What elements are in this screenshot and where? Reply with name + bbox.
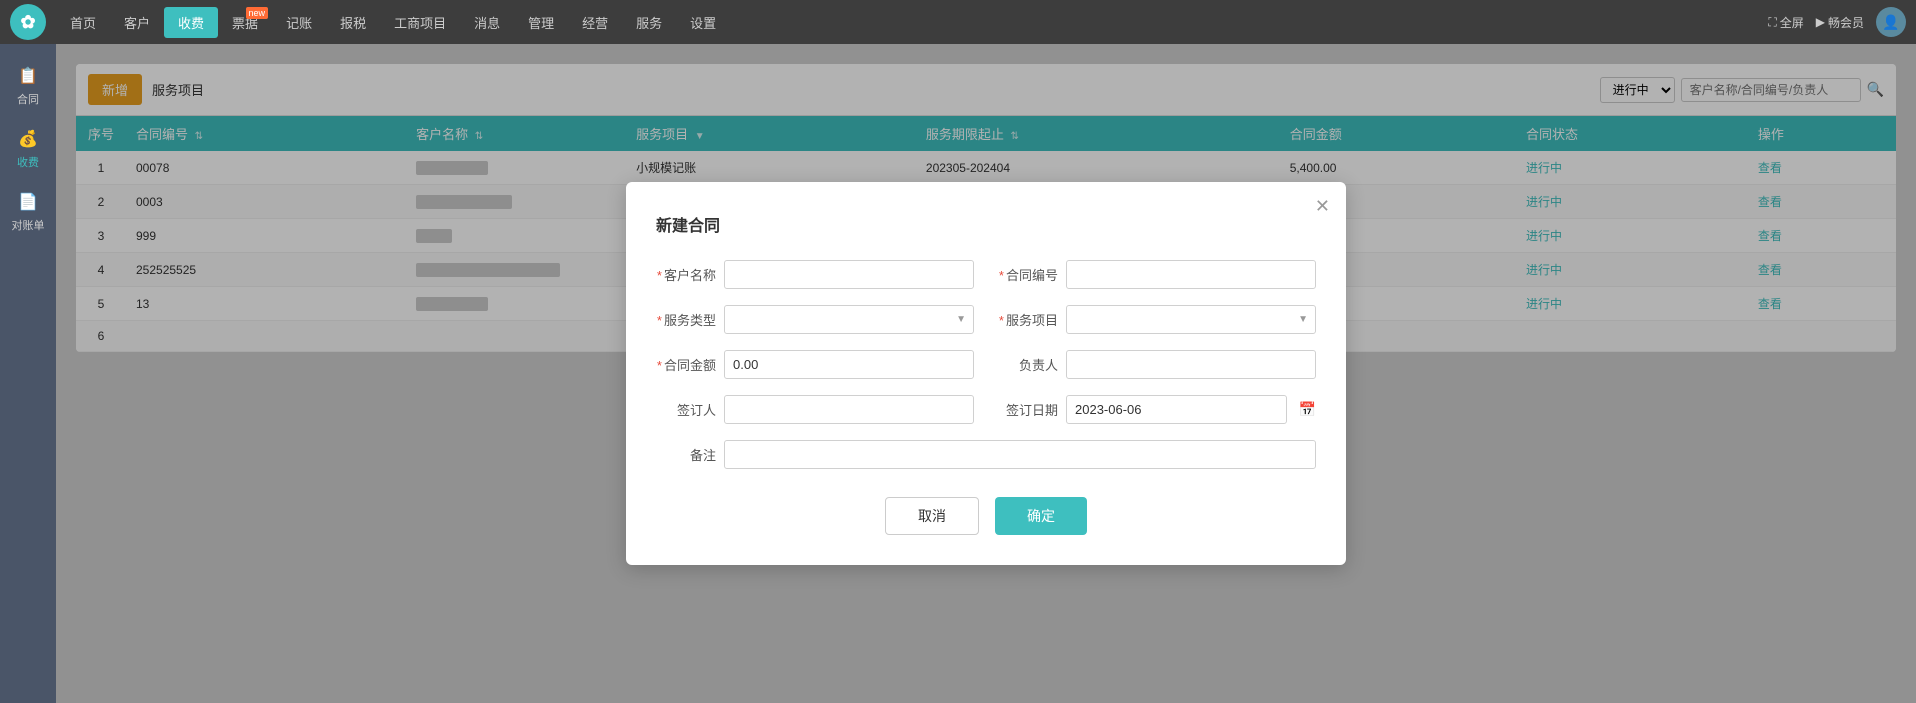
fee-icon: 💰 — [16, 127, 40, 151]
service-item-row: 服务项目 ▼ — [998, 305, 1316, 334]
remarks-input[interactable] — [724, 440, 1316, 469]
responsible-person-label: 负责人 — [998, 355, 1058, 374]
service-type-select[interactable] — [724, 305, 974, 334]
sign-date-input[interactable] — [1066, 395, 1287, 424]
logo-icon: ✿ — [20, 12, 35, 33]
nav-bookkeeping[interactable]: 记账 — [272, 7, 326, 38]
signer-label: 签订人 — [656, 400, 716, 419]
sidebar-label-contract: 合同 — [17, 91, 39, 107]
sidebar-label-fee: 收费 — [17, 154, 39, 170]
service-item-select-wrapper: ▼ — [1066, 305, 1316, 334]
play-icon: ▶ — [1816, 15, 1825, 29]
sidebar-item-statement[interactable]: 📄 对账单 — [0, 180, 56, 243]
confirm-button[interactable]: 确定 — [995, 497, 1087, 535]
calendar-icon[interactable]: 📅 — [1299, 401, 1316, 418]
service-type-label: 服务类型 — [656, 310, 716, 329]
modal-overlay: ✕ 新建合同 客户名称 合同编号 服务类型 — [56, 44, 1916, 703]
nav-invoice[interactable]: 票据 new — [218, 7, 272, 38]
customer-name-label: 客户名称 — [656, 265, 716, 284]
content-area: 新增 服务项目 进行中 已完成 已终止 🔍 序号 合同编 — [56, 44, 1916, 703]
responsible-person-input[interactable] — [1066, 350, 1316, 379]
main-layout: 📋 合同 💰 收费 📄 对账单 新增 服务项目 进行中 已完成 已终止 — [0, 44, 1916, 703]
service-type-row: 服务类型 ▼ — [656, 305, 974, 334]
service-item-select[interactable] — [1066, 305, 1316, 334]
fullscreen-button[interactable]: ⛶ 全屏 — [1768, 14, 1803, 31]
signer-input[interactable] — [724, 395, 974, 424]
nav-settings[interactable]: 设置 — [676, 7, 730, 38]
remarks-label: 备注 — [656, 445, 716, 464]
sidebar-label-statement: 对账单 — [12, 217, 45, 233]
nav-home[interactable]: 首页 — [56, 7, 110, 38]
top-nav-right: ⛶ 全屏 ▶ 畅会员 👤 — [1768, 7, 1906, 37]
nav-business[interactable]: 工商项目 — [380, 7, 460, 38]
top-navigation: ✿ 首页 客户 收费 票据 new 记账 报税 工商项目 消息 管理 经营 服务… — [0, 0, 1916, 44]
nav-service[interactable]: 服务 — [622, 7, 676, 38]
contract-amount-input[interactable] — [724, 350, 974, 379]
nav-operation[interactable]: 经营 — [568, 7, 622, 38]
contract-no-input[interactable] — [1066, 260, 1316, 289]
nav-items: 首页 客户 收费 票据 new 记账 报税 工商项目 消息 管理 经营 服务 设… — [56, 7, 1768, 38]
service-type-select-wrapper: ▼ — [724, 305, 974, 334]
avatar[interactable]: 👤 — [1876, 7, 1906, 37]
contract-no-label: 合同编号 — [998, 265, 1058, 284]
contract-no-row: 合同编号 — [998, 260, 1316, 289]
customer-name-row: 客户名称 — [656, 260, 974, 289]
sidebar-item-contract[interactable]: 📋 合同 — [0, 54, 56, 117]
responsible-person-row: 负责人 — [998, 350, 1316, 379]
nav-message[interactable]: 消息 — [460, 7, 514, 38]
sign-date-row: 签订日期 📅 — [998, 395, 1316, 424]
sidebar: 📋 合同 💰 收费 📄 对账单 — [0, 44, 56, 703]
modal-title: 新建合同 — [656, 212, 1316, 236]
app-logo: ✿ — [10, 4, 46, 40]
sidebar-item-fee[interactable]: 💰 收费 — [0, 117, 56, 180]
signer-row: 签订人 — [656, 395, 974, 424]
contract-amount-label: 合同金额 — [656, 355, 716, 374]
service-item-label: 服务项目 — [998, 310, 1058, 329]
contract-amount-row: 合同金额 — [656, 350, 974, 379]
nav-fee[interactable]: 收费 — [164, 7, 218, 38]
new-badge: new — [246, 7, 269, 19]
member-button[interactable]: ▶ 畅会员 — [1816, 14, 1864, 31]
new-contract-modal: ✕ 新建合同 客户名称 合同编号 服务类型 — [626, 182, 1346, 565]
statement-icon: 📄 — [16, 190, 40, 214]
customer-name-input[interactable] — [724, 260, 974, 289]
modal-close-button[interactable]: ✕ — [1315, 196, 1330, 217]
nav-customer[interactable]: 客户 — [110, 7, 164, 38]
avatar-icon: 👤 — [1882, 14, 1899, 31]
contract-icon: 📋 — [16, 64, 40, 88]
nav-manage[interactable]: 管理 — [514, 7, 568, 38]
nav-tax[interactable]: 报税 — [326, 7, 380, 38]
remarks-row: 备注 — [656, 440, 1316, 469]
sign-date-label: 签订日期 — [998, 400, 1058, 419]
cancel-button[interactable]: 取消 — [885, 497, 979, 535]
fullscreen-icon: ⛶ — [1768, 15, 1776, 30]
form-grid: 客户名称 合同编号 服务类型 ▼ — [656, 260, 1316, 469]
modal-footer: 取消 确定 — [656, 497, 1316, 535]
